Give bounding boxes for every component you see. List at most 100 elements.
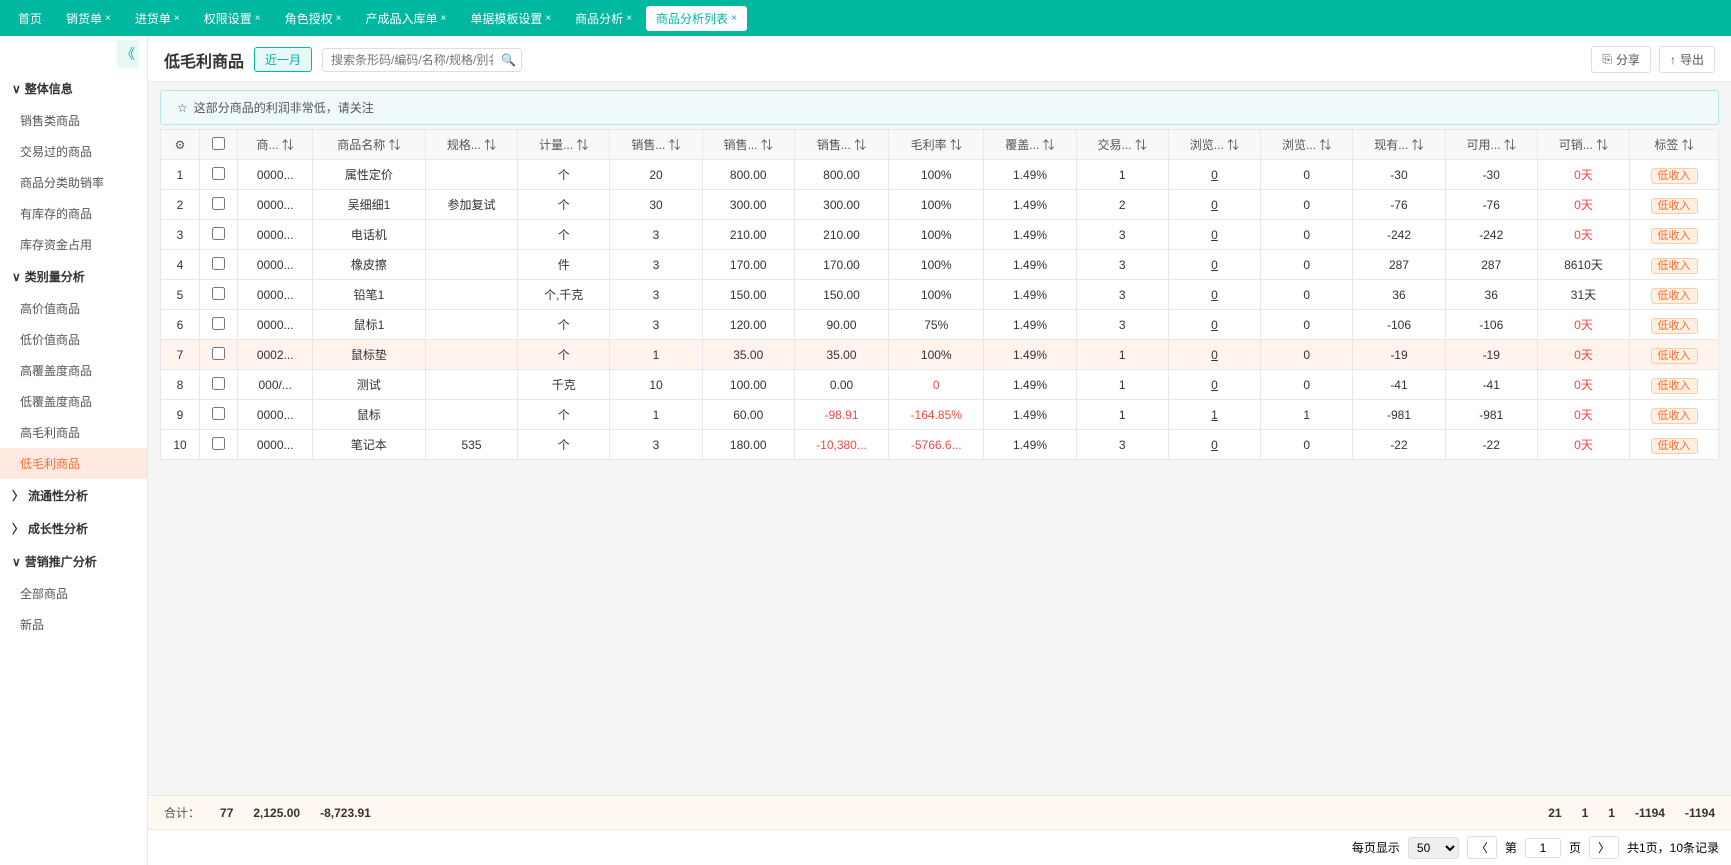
col-saleable[interactable]: 可销... ⇅ — [1537, 130, 1629, 160]
nav-close-icon[interactable]: × — [105, 13, 111, 24]
nav-close-icon[interactable]: × — [440, 13, 446, 24]
col-sales[interactable]: 销售... ⇅ — [794, 130, 888, 160]
sidebar-group-growth[interactable]: 〉 成长性分析 — [0, 512, 147, 545]
per-page-select[interactable]: 50 100 200 — [1408, 837, 1459, 859]
row-checkbox[interactable] — [199, 370, 237, 400]
row-browse1[interactable]: 0 — [1168, 430, 1260, 460]
row-browse1[interactable]: 0 — [1168, 250, 1260, 280]
sidebar-item-low-value[interactable]: 低价值商品 — [0, 324, 147, 355]
sidebar-item-low-coverage[interactable]: 低覆盖度商品 — [0, 386, 147, 417]
row-browse1[interactable]: 0 — [1168, 160, 1260, 190]
select-all-checkbox[interactable] — [212, 137, 225, 150]
row-checkbox[interactable] — [199, 280, 237, 310]
nav-item-analysis[interactable]: 商品分析 × — [565, 6, 642, 31]
col-trade[interactable]: 交易... ⇅ — [1076, 130, 1168, 160]
col-current[interactable]: 现有... ⇅ — [1353, 130, 1445, 160]
row-check[interactable] — [212, 287, 225, 300]
next-page-button[interactable]: 〉 — [1589, 836, 1619, 859]
row-browse1[interactable]: 0 — [1168, 370, 1260, 400]
row-browse1[interactable]: 0 — [1168, 280, 1260, 310]
sidebar-item-high-margin[interactable]: 高毛利商品 — [0, 417, 147, 448]
col-available[interactable]: 可用... ⇅ — [1445, 130, 1537, 160]
col-coverage[interactable]: 覆盖... ⇅ — [984, 130, 1076, 160]
row-available: -242 — [1445, 220, 1537, 250]
sidebar-item-inventory-capital[interactable]: 库存资金占用 — [0, 229, 147, 260]
nav-item-home[interactable]: 首页 — [8, 6, 52, 31]
sidebar-group-marketing[interactable]: ∨ 营销推广分析 — [0, 545, 147, 578]
row-checkbox[interactable] — [199, 250, 237, 280]
row-checkbox[interactable] — [199, 220, 237, 250]
row-check[interactable] — [212, 377, 225, 390]
sidebar-item-category-rate[interactable]: 商品分类助销率 — [0, 167, 147, 198]
table-header-row: ⚙ 商... ⇅ 商品名称 ⇅ 规格... ⇅ 计量... ⇅ 销售... ⇅ … — [161, 130, 1719, 160]
row-checkbox[interactable] — [199, 400, 237, 430]
col-settings[interactable]: ⚙ — [161, 130, 200, 160]
row-check[interactable] — [212, 197, 225, 210]
row-browse1[interactable]: 0 — [1168, 220, 1260, 250]
row-browse1[interactable]: 0 — [1168, 310, 1260, 340]
row-no: 6 — [161, 310, 200, 340]
prev-page-button[interactable]: 〈 — [1467, 836, 1497, 859]
col-margin[interactable]: 毛利率 ⇅ — [889, 130, 984, 160]
sidebar-group-overall[interactable]: ∨ 整体信息 — [0, 72, 147, 105]
nav-close-icon[interactable]: × — [255, 13, 261, 24]
sidebar-collapse-btn[interactable]: 《 — [117, 40, 139, 68]
row-browse1[interactable]: 0 — [1168, 190, 1260, 220]
sidebar-item-low-margin[interactable]: 低毛利商品 — [0, 448, 147, 479]
row-browse1[interactable]: 0 — [1168, 340, 1260, 370]
col-spec[interactable]: 规格... ⇅ — [425, 130, 517, 160]
search-input[interactable] — [322, 48, 522, 72]
row-check[interactable] — [212, 167, 225, 180]
row-check[interactable] — [212, 317, 225, 330]
row-check[interactable] — [212, 437, 225, 450]
col-tag[interactable]: 标签 ⇅ — [1630, 130, 1719, 160]
col-browse1[interactable]: 浏览... ⇅ — [1168, 130, 1260, 160]
nav-item-permissions[interactable]: 权限设置 × — [194, 6, 271, 31]
share-button[interactable]: ⎘ 分享 — [1591, 46, 1651, 73]
table-container[interactable]: ⚙ 商... ⇅ 商品名称 ⇅ 规格... ⇅ 计量... ⇅ 销售... ⇅ … — [148, 129, 1731, 795]
sidebar-item-sales-goods[interactable]: 销售类商品 — [0, 105, 147, 136]
row-checkbox[interactable] — [199, 430, 237, 460]
nav-item-templates[interactable]: 单据模板设置 × — [460, 6, 561, 31]
row-check[interactable] — [212, 347, 225, 360]
col-qty[interactable]: 销售... ⇅ — [610, 130, 702, 160]
row-checkbox[interactable] — [199, 160, 237, 190]
row-profit: 100% — [889, 220, 984, 250]
row-checkbox[interactable] — [199, 190, 237, 220]
sidebar-item-all-goods[interactable]: 全部商品 — [0, 578, 147, 609]
export-button[interactable]: ↑ 导出 — [1659, 46, 1715, 73]
sidebar-item-inventory-goods[interactable]: 有库存的商品 — [0, 198, 147, 229]
sidebar-item-new-goods[interactable]: 新品 — [0, 609, 147, 640]
nav-item-sales[interactable]: 销货单 × — [56, 6, 121, 31]
row-checkbox[interactable] — [199, 340, 237, 370]
row-checkbox[interactable] — [199, 310, 237, 340]
col-name[interactable]: 商品名称 ⇅ — [312, 130, 425, 160]
nav-item-analysis-list[interactable]: 商品分析列表 × — [646, 6, 747, 31]
sidebar-item-high-coverage[interactable]: 高覆盖度商品 — [0, 355, 147, 386]
nav-close-icon[interactable]: × — [336, 13, 342, 24]
sidebar-item-high-value[interactable]: 高价值商品 — [0, 293, 147, 324]
sidebar-group-liquidity[interactable]: 〉 流通性分析 — [0, 479, 147, 512]
time-filter-button[interactable]: 近一月 — [254, 47, 312, 72]
row-current: -106 — [1353, 310, 1445, 340]
nav-close-icon[interactable]: × — [174, 13, 180, 24]
page-input[interactable] — [1525, 838, 1561, 858]
col-price[interactable]: 销售... ⇅ — [702, 130, 794, 160]
row-check[interactable] — [212, 257, 225, 270]
nav-close-icon[interactable]: × — [626, 13, 632, 24]
col-checkbox-all[interactable] — [199, 130, 237, 160]
sidebar-item-traded-goods[interactable]: 交易过的商品 — [0, 136, 147, 167]
row-check[interactable] — [212, 407, 225, 420]
search-icon[interactable]: 🔍 — [501, 53, 516, 67]
row-check[interactable] — [212, 227, 225, 240]
col-unit[interactable]: 计量... ⇅ — [518, 130, 610, 160]
row-browse1[interactable]: 1 — [1168, 400, 1260, 430]
sidebar-group-category[interactable]: ∨ 类别量分析 — [0, 260, 147, 293]
col-code[interactable]: 商... ⇅ — [238, 130, 313, 160]
col-browse2[interactable]: 浏览... ⇅ — [1261, 130, 1353, 160]
nav-item-products[interactable]: 产成品入库单 × — [355, 6, 456, 31]
nav-close-icon[interactable]: × — [545, 13, 551, 24]
nav-item-purchase[interactable]: 进货单 × — [125, 6, 190, 31]
nav-item-roles[interactable]: 角色授权 × — [275, 6, 352, 31]
nav-close-icon[interactable]: × — [731, 13, 737, 24]
